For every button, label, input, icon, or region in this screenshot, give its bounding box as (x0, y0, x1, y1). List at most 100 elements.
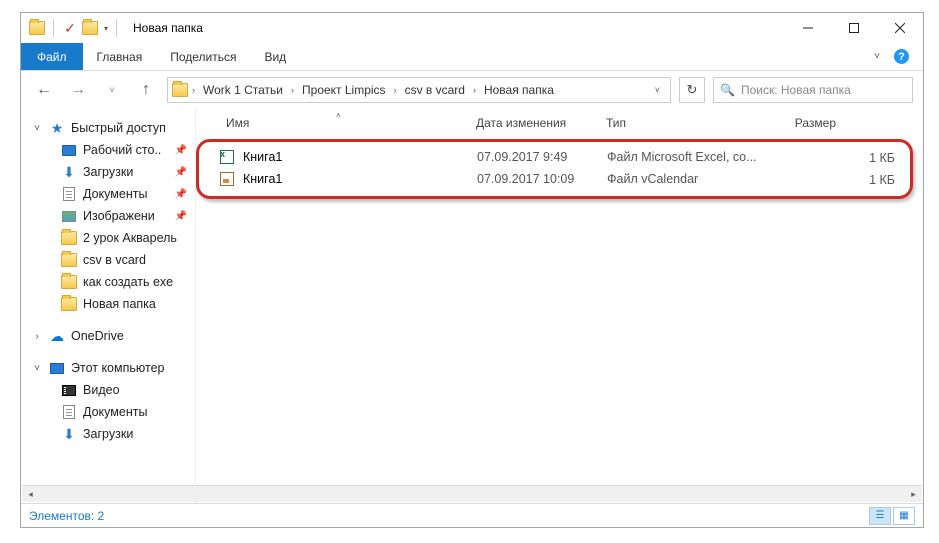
pin-icon: 📌 (175, 145, 187, 156)
scroll-right-icon[interactable]: ▸ (905, 486, 922, 503)
sidebar-item-folder[interactable]: 2 урок Акварель (27, 227, 195, 249)
chevron-down-icon[interactable]: ˅ (31, 123, 43, 134)
file-name: Книга1 (243, 172, 477, 186)
onedrive-icon: ☁ (49, 328, 65, 344)
sidebar-item-label: Видео (83, 383, 120, 397)
up-button[interactable]: ↑ (133, 77, 159, 103)
maximize-button[interactable] (831, 13, 877, 43)
app-folder-icon (29, 21, 45, 35)
sidebar-item-label: Загрузки (83, 165, 133, 179)
sidebar-item-documents[interactable]: Документы 📌 (27, 183, 195, 205)
titlebar: ✓ ▾ Новая папка (21, 13, 923, 43)
navigation-pane: ˅ ★ Быстрый доступ Рабочий сто..📌 ⬇Загру… (21, 109, 196, 503)
refresh-button[interactable]: ↻ (679, 77, 705, 103)
file-sizes-column: 1 КБ 1 КБ (869, 147, 895, 191)
ribbon: Файл Главная Поделиться Вид ˅ ? (21, 43, 923, 71)
breadcrumb-seg-3[interactable]: Новая папка (480, 83, 558, 97)
breadcrumb[interactable]: › Work 1 Статьи › Проект Limpics › csv в… (167, 77, 671, 103)
sidebar-item-documents[interactable]: Документы (27, 401, 195, 423)
folder-icon (61, 297, 77, 311)
chevron-right-icon[interactable]: › (471, 85, 478, 95)
breadcrumb-folder-icon (172, 83, 188, 97)
breadcrumb-seg-2[interactable]: csv в vcard (401, 83, 469, 97)
sidebar-item-label: Новая папка (83, 297, 156, 311)
doc-icon (63, 187, 75, 201)
pin-icon: 📌 (175, 189, 187, 200)
sidebar-item-label: Изображени (83, 209, 155, 223)
file-row[interactable]: Книга1 07.09.2017 10:09 Файл vCalendar (205, 168, 904, 190)
tab-home[interactable]: Главная (83, 43, 157, 70)
col-name[interactable]: Имя (226, 116, 476, 130)
download-icon: ⬇ (61, 164, 77, 180)
file-row[interactable]: Книга1 07.09.2017 9:49 Файл Microsoft Ex… (205, 146, 904, 168)
file-name: Книга1 (243, 150, 477, 164)
highlight-annotation: Книга1 07.09.2017 9:49 Файл Microsoft Ex… (196, 139, 913, 199)
excel-icon (220, 150, 234, 164)
sidebar-this-pc[interactable]: ˅ Этот компьютер (27, 357, 195, 379)
breadcrumb-seg-1[interactable]: Проект Limpics (298, 83, 390, 97)
tab-view[interactable]: Вид (250, 43, 300, 70)
star-icon: ★ (49, 120, 65, 136)
search-input[interactable]: 🔍 Поиск: Новая папка (713, 77, 913, 103)
sidebar-item-downloads[interactable]: ⬇Загрузки (27, 423, 195, 445)
sidebar-onedrive[interactable]: › ☁ OneDrive (27, 325, 195, 347)
image-icon (62, 211, 76, 222)
file-size: 1 КБ (869, 169, 895, 191)
sidebar-item-label: Загрузки (83, 427, 133, 441)
folder-icon (61, 253, 77, 267)
status-text: Элементов: 2 (29, 509, 104, 523)
pc-icon (50, 363, 64, 374)
sidebar-item-folder[interactable]: как создать exe (27, 271, 195, 293)
breadcrumb-seg-0[interactable]: Work 1 Статьи (199, 83, 287, 97)
scroll-left-icon[interactable]: ◂ (22, 486, 39, 503)
folder-icon (61, 275, 77, 289)
pin-icon: 📌 (175, 211, 187, 222)
chevron-right-icon[interactable]: › (31, 331, 43, 342)
qat-properties-icon[interactable]: ✓ (62, 20, 78, 36)
back-button[interactable]: ← (31, 77, 57, 103)
sidebar-item-label: OneDrive (71, 329, 124, 343)
sidebar-item-pictures[interactable]: Изображени 📌 (27, 205, 195, 227)
sidebar-item-label: Рабочий сто.. (83, 143, 161, 157)
sidebar-item-label: Быстрый доступ (71, 121, 166, 135)
col-date[interactable]: Дата изменения (476, 116, 606, 130)
ribbon-expand-icon[interactable]: ˅ (874, 51, 880, 62)
sidebar-quick-access[interactable]: ˅ ★ Быстрый доступ (27, 117, 195, 139)
help-icon[interactable]: ? (894, 49, 909, 64)
desktop-icon (62, 145, 76, 156)
qat-separator-2 (116, 19, 117, 37)
chevron-right-icon[interactable]: › (190, 85, 197, 95)
file-type: Файл vCalendar (607, 172, 767, 186)
view-large-icons-button[interactable]: ▦ (893, 507, 915, 525)
chevron-right-icon[interactable]: › (289, 85, 296, 95)
breadcrumb-history-icon[interactable]: ˅ (653, 85, 662, 95)
chevron-down-icon[interactable]: ˅ (31, 363, 43, 374)
chevron-right-icon[interactable]: › (392, 85, 399, 95)
sort-indicator-icon: ˄ (336, 111, 341, 120)
navbar: ← → ˅ ↑ › Work 1 Статьи › Проект Limpics… (21, 71, 923, 109)
sidebar-item-label: 2 урок Акварель (83, 231, 177, 245)
sidebar-item-downloads[interactable]: ⬇ Загрузки 📌 (27, 161, 195, 183)
sidebar-item-desktop[interactable]: Рабочий сто.. 📌 (27, 139, 195, 161)
column-headers: ˄ Имя Дата изменения Тип Размер (196, 109, 923, 137)
forward-button[interactable]: → (65, 77, 91, 103)
col-type[interactable]: Тип (606, 116, 766, 130)
tab-share[interactable]: Поделиться (156, 43, 250, 70)
minimize-button[interactable] (785, 13, 831, 43)
qat-newfolder-icon[interactable] (82, 21, 98, 35)
close-button[interactable] (877, 13, 923, 43)
sidebar-item-folder[interactable]: Новая папка (27, 293, 195, 315)
sidebar-item-folder[interactable]: csv в vcard (27, 249, 195, 271)
sidebar-item-label: Этот компьютер (71, 361, 164, 375)
status-bar: Элементов: 2 ☰ ▦ (21, 503, 923, 527)
sidebar-item-label: Документы (83, 187, 147, 201)
tab-file[interactable]: Файл (21, 43, 83, 70)
col-size[interactable]: Размер (766, 116, 846, 130)
file-date: 07.09.2017 9:49 (477, 150, 607, 164)
view-details-button[interactable]: ☰ (869, 507, 891, 525)
horizontal-scrollbar[interactable]: ◂ ▸ (22, 485, 922, 502)
qat-customize-icon[interactable]: ▾ (104, 24, 108, 33)
sidebar-item-videos[interactable]: Видео (27, 379, 195, 401)
recent-locations-icon[interactable]: ˅ (99, 77, 125, 103)
pin-icon: 📌 (175, 167, 187, 178)
